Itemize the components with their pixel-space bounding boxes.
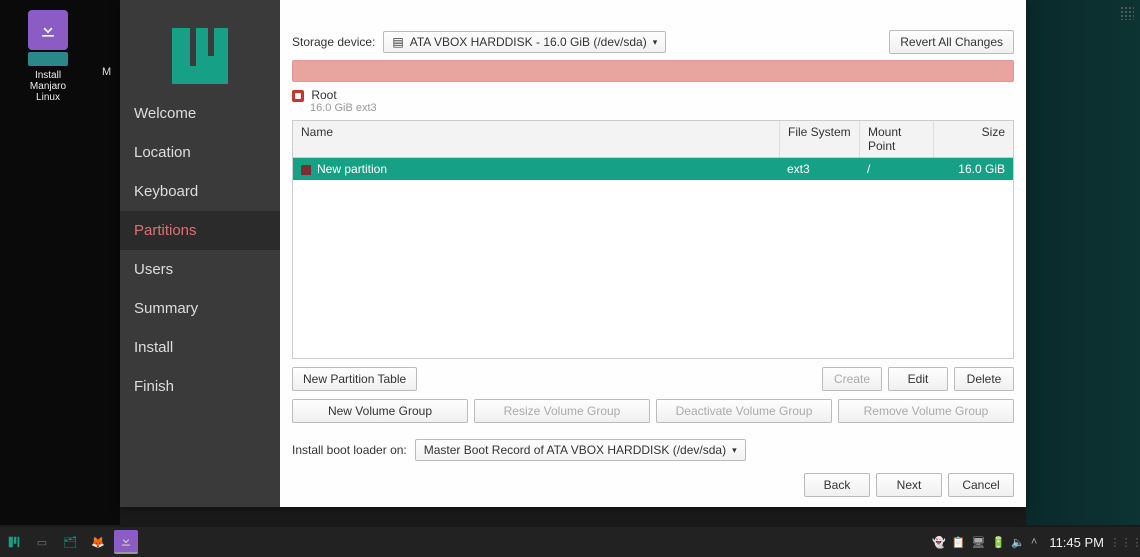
bootloader-label: Install boot loader on:: [292, 443, 407, 457]
tray-display-icon[interactable]: 🖥: [972, 536, 986, 549]
table-header: Name File System Mount Point Size: [293, 121, 1013, 158]
revert-button[interactable]: Revert All Changes: [889, 30, 1014, 54]
root-sublabel: 16.0 GiB ext3: [310, 102, 1014, 114]
bootloader-select[interactable]: Master Boot Record of ATA VBOX HARDDISK …: [415, 439, 746, 461]
deactivate-volume-group-button: Deactivate Volume Group: [656, 399, 832, 423]
hdd-icon: ▤: [392, 35, 403, 49]
col-mp[interactable]: Mount Point: [859, 121, 933, 157]
tray-clipboard-icon[interactable]: 📋: [952, 536, 966, 549]
tray-battery-icon[interactable]: 🔋: [991, 536, 1005, 549]
start-menu-button[interactable]: [2, 530, 26, 554]
next-button[interactable]: Next: [876, 473, 942, 497]
sidebar-item-location[interactable]: Location: [120, 133, 280, 172]
new-partition-table-button[interactable]: New Partition Table: [292, 367, 417, 391]
manjaro-logo: [172, 28, 228, 84]
sidebar-item-users[interactable]: Users: [120, 250, 280, 289]
download-icon: [28, 10, 68, 50]
show-desktop-button[interactable]: ▭: [30, 530, 54, 554]
create-button: Create: [822, 367, 882, 391]
decoration-bar: [28, 52, 68, 66]
col-name[interactable]: Name: [293, 121, 779, 157]
col-sz[interactable]: Size: [933, 121, 1013, 157]
tray-expand-icon[interactable]: ˄: [1031, 536, 1037, 548]
partition-table: Name File System Mount Point Size New pa…: [292, 120, 1014, 359]
installer-window: Welcome Location Keyboard Partitions Use…: [120, 0, 1026, 507]
edit-button[interactable]: Edit: [888, 367, 948, 391]
remove-volume-group-button: Remove Volume Group: [838, 399, 1014, 423]
desktop-icon-install-manjaro[interactable]: Install Manjaro Linux: [20, 10, 76, 103]
clock[interactable]: 11:45 PM: [1049, 535, 1104, 550]
partition-swatch: [301, 165, 311, 175]
col-fs[interactable]: File System: [779, 121, 859, 157]
cancel-button[interactable]: Cancel: [948, 473, 1014, 497]
system-tray: 👻 📋 🖥 🔋 🔈 ˄: [932, 536, 1037, 549]
chevron-down-icon: ▾: [732, 445, 737, 456]
sidebar-item-summary[interactable]: Summary: [120, 289, 280, 328]
sidebar-item-finish[interactable]: Finish: [120, 367, 280, 406]
sidebar-item-welcome[interactable]: Welcome: [120, 94, 280, 133]
tray-icon-1[interactable]: 👻: [932, 536, 946, 549]
sidebar: Welcome Location Keyboard Partitions Use…: [120, 0, 280, 507]
root-label: Root: [311, 88, 336, 102]
chevron-down-icon: ▾: [653, 37, 658, 48]
file-manager-button[interactable]: 🗂: [58, 530, 82, 554]
storage-device-label: Storage device:: [292, 35, 375, 49]
table-row[interactable]: New partition ext3 / 16.0 GiB: [293, 158, 1013, 180]
sidebar-item-keyboard[interactable]: Keyboard: [120, 172, 280, 211]
sidebar-item-install[interactable]: Install: [120, 328, 280, 367]
sidebar-item-partitions[interactable]: Partitions: [120, 211, 280, 250]
firefox-button[interactable]: 🦊: [86, 530, 110, 554]
root-checkbox[interactable]: [292, 90, 304, 102]
root-section: Root 16.0 GiB ext3: [292, 88, 1014, 114]
back-button[interactable]: Back: [804, 473, 870, 497]
new-volume-group-button[interactable]: New Volume Group: [292, 399, 468, 423]
tray-volume-icon[interactable]: 🔈: [1011, 536, 1025, 549]
installer-task-button[interactable]: [114, 530, 138, 554]
partition-bar[interactable]: [292, 60, 1014, 82]
content-area: Storage device: ▤ ATA VBOX HARDDISK - 16…: [280, 0, 1026, 507]
desktop-icon-label: Install Manjaro Linux: [20, 70, 76, 103]
desktop-overflow-label: M: [102, 66, 111, 78]
resize-volume-group-button: Resize Volume Group: [474, 399, 650, 423]
tray-menu-icon[interactable]: ⋮⋮⋮: [1114, 530, 1138, 554]
storage-device-select[interactable]: ▤ ATA VBOX HARDDISK - 16.0 GiB (/dev/sda…: [383, 31, 666, 53]
delete-button[interactable]: Delete: [954, 367, 1014, 391]
desktop-background-right: [1026, 0, 1140, 525]
taskbar: ▭ 🗂 🦊 👻 📋 🖥 🔋 🔈 ˄ 11:45 PM ⋮⋮⋮: [0, 527, 1140, 557]
